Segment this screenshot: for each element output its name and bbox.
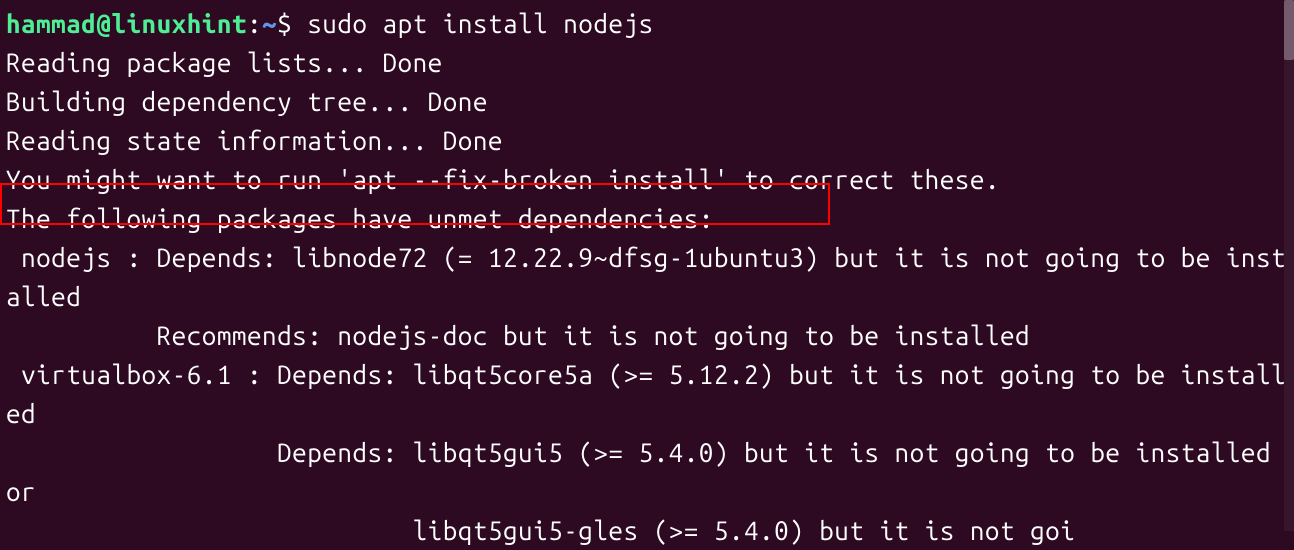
output-reading-lists: Reading package lists... Done — [6, 43, 1288, 82]
prompt-symbol: $ — [277, 9, 307, 38]
prompt-colon: : — [247, 9, 262, 38]
output-virtualbox-depends1: virtualbox-6.1 : Depends: libqt5core5a (… — [6, 355, 1288, 433]
output-virtualbox-depends2: Depends: libqt5gui5 (>= 5.4.0) but it is… — [6, 433, 1288, 511]
output-reading-state: Reading state information... Done — [6, 121, 1288, 160]
output-nodejs-depends: nodejs : Depends: libnode72 (= 12.22.9~d… — [6, 238, 1288, 316]
output-unmet-deps-header: The following packages have unmet depend… — [6, 199, 1288, 238]
terminal-prompt-line: hammad@linuxhint:~$ sudo apt install nod… — [6, 4, 1288, 43]
output-building-tree: Building dependency tree... Done — [6, 82, 1288, 121]
output-fix-broken-hint: You might want to run 'apt --fix-broken … — [6, 160, 1288, 199]
scrollbar-track[interactable] — [1284, 0, 1294, 531]
scrollbar-thumb[interactable] — [1284, 0, 1294, 60]
command-input[interactable]: sudo apt install nodejs — [307, 9, 653, 38]
prompt-path: ~ — [262, 9, 277, 38]
output-nodejs-recommends: Recommends: nodejs-doc but it is not goi… — [6, 316, 1288, 355]
prompt-user-host: hammad@linuxhint — [6, 9, 247, 38]
